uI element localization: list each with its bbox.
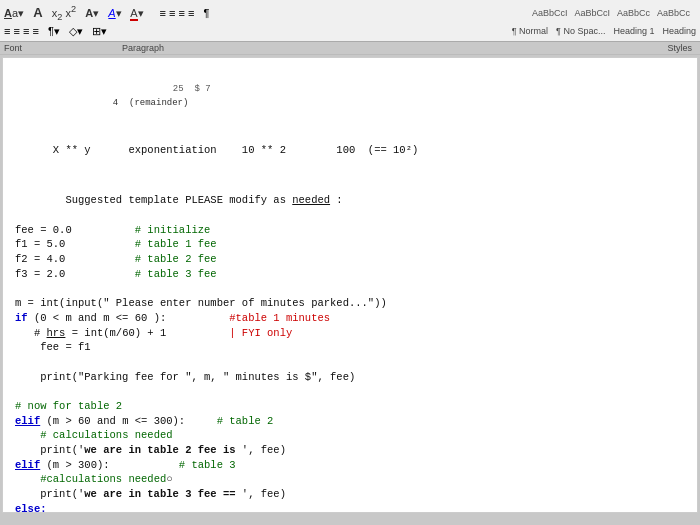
remainder-note: 4 (remainder) (113, 98, 189, 108)
paragraph-numbers-area: 25 $ 7 4 (remainder) (15, 66, 685, 125)
math-line: X ** y exponentiation 10 ** 2 100 (== 10… (53, 144, 418, 156)
if-line: if (0 < m and m <= 60 ): #table 1 minute… (15, 311, 685, 326)
fee-init-line: fee = 0.0 # initialize (15, 223, 685, 238)
else-line: else: (15, 502, 685, 513)
calc1-comment: # calculations needed (15, 428, 685, 443)
elif2-line: elif (m > 300): # table 3 (15, 458, 685, 473)
ribbon-labels: Font Paragraph Styles (0, 42, 700, 55)
elif1-line: elif (m > 60 and m <= 300): # table 2 (15, 414, 685, 429)
style-labels: ¶ Normal ¶ No Spac... Heading 1 Heading (512, 26, 696, 36)
table2-comment: # now for table 2 (15, 399, 685, 414)
print1-line: print("Parking fee for ", m, " minutes i… (15, 370, 685, 385)
fee-f1-line: fee = f1 (15, 340, 685, 355)
heading1-style[interactable]: Heading 1 (613, 26, 654, 36)
print3-line: print('we are in table 3 fee == ', fee) (15, 487, 685, 502)
blank-line2 (15, 355, 685, 370)
toolbar-row1: Aa▾ A x2 x2 A▾ A▾ A▾ ≡ ≡ ≡ ≡ ¶ AaBbCcI A… (4, 2, 696, 24)
print2-line: print('we are in table 2 fee is ', fee) (15, 443, 685, 458)
font-tools: Aa▾ A x2 x2 A▾ A▾ A▾ (4, 4, 144, 22)
no-spacing-style[interactable]: ¶ No Spac... (556, 26, 605, 36)
aabbccl-label: AaBbCcI AaBbCcI AaBbCc AaBbCc (532, 8, 690, 18)
normal-style[interactable]: ¶ Normal (512, 26, 548, 36)
blank-line1 (15, 281, 685, 296)
style-buttons: AaBbCcI AaBbCcI AaBbCc AaBbCc (532, 8, 696, 18)
font-label: Font (4, 43, 22, 53)
indent-tools: ≡ ≡ ≡ ≡ ¶▾ ◇▾ ⊞▾ (4, 25, 107, 38)
toolbar: Aa▾ A x2 x2 A▾ A▾ A▾ ≡ ≡ ≡ ≡ ¶ AaBbCcI A… (0, 0, 700, 42)
hrs-line: # hrs = int(m/60) + 1 | FYI only (15, 326, 685, 341)
f2-line: f2 = 4.0 # table 2 fee (15, 252, 685, 267)
f3-line: f3 = 2.0 # table 3 fee (15, 267, 685, 282)
styles-label: Styles (667, 43, 692, 53)
blank-line3 (15, 384, 685, 399)
template-line: Suggested template PLEASE modify as need… (15, 179, 685, 223)
calc2-comment: #calculations needed○ (15, 472, 685, 487)
main-content: 25 $ 7 4 (remainder) X ** y exponentiati… (0, 55, 700, 515)
toolbar-row2: ≡ ≡ ≡ ≡ ¶▾ ◇▾ ⊞▾ ¶ Normal ¶ No Spac... H… (4, 24, 696, 39)
f1-line: f1 = 5.0 # table 1 fee (15, 237, 685, 252)
code-section: Suggested template PLEASE modify as need… (15, 179, 685, 513)
para-numbers: 25 $ 7 (173, 84, 211, 94)
alignment-tools: ≡ ≡ ≡ ≡ ¶ (160, 7, 210, 19)
math-section: X ** y exponentiation 10 ** 2 100 (== 10… (15, 129, 685, 173)
m-line: m = int(input(" Please enter number of m… (15, 296, 685, 311)
paragraph-label: Paragraph (122, 43, 164, 53)
document-area[interactable]: 25 $ 7 4 (remainder) X ** y exponentiati… (2, 57, 698, 513)
heading2-style[interactable]: Heading (662, 26, 696, 36)
